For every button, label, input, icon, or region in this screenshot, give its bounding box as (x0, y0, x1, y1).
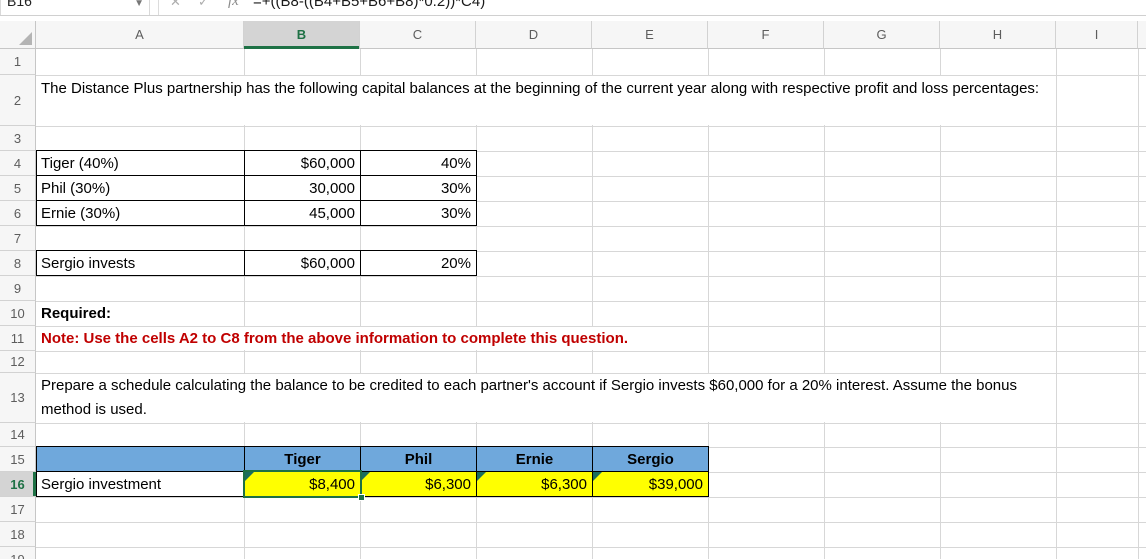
row-header-18[interactable]: 18 (0, 522, 36, 547)
cell-E16-value: $39,000 (648, 475, 703, 493)
cell-C8[interactable]: 20% (361, 251, 477, 276)
flag-triangle-icon (477, 472, 486, 481)
cell-A13-instruction-text[interactable]: Prepare a schedule calculating the balan… (37, 374, 1056, 422)
gridline (36, 226, 1146, 227)
cell-A10-required-label[interactable]: Required: (37, 302, 243, 325)
row-header-19[interactable]: 19 (0, 547, 36, 559)
flag-triangle-icon (361, 472, 370, 481)
row-header-5[interactable]: 5 (0, 176, 36, 201)
cell-B5[interactable]: 30,000 (245, 176, 361, 201)
cell-E16[interactable]: $39,000 (593, 472, 709, 497)
capital-balances-table: Tiger (40%) $60,000 40% Phil (30%) 30,00… (36, 150, 477, 226)
select-all-corner[interactable] (0, 21, 36, 49)
row-header-14[interactable]: 14 (0, 423, 36, 447)
cell-A15[interactable] (37, 447, 245, 472)
column-header-G[interactable]: G (824, 21, 940, 49)
gridline (36, 276, 1146, 277)
formula-input[interactable]: =+((B8-((B4+B5+B6+B8)*0.2))*C4) (253, 0, 485, 15)
cell-B16-value: $8,400 (309, 475, 355, 493)
cell-C16-value: $6,300 (425, 475, 471, 493)
row-header-12[interactable]: 12 (0, 351, 36, 373)
cell-C5[interactable]: 30% (361, 176, 477, 201)
row-header-6[interactable]: 6 (0, 201, 36, 226)
name-box[interactable]: B16 ▼ (0, 0, 150, 15)
column-header-A[interactable]: A (36, 21, 244, 49)
formula-bar-divider (158, 0, 159, 15)
select-all-triangle-icon (19, 32, 32, 45)
fill-handle[interactable] (358, 494, 365, 501)
flag-triangle-icon (245, 472, 254, 481)
row-header-8[interactable]: 8 (0, 251, 36, 276)
cell-B15[interactable]: Tiger (245, 447, 361, 472)
cell-reference: B16 (7, 0, 32, 9)
cell-D15[interactable]: Ernie (477, 447, 593, 472)
gridline (36, 522, 1146, 523)
flag-triangle-icon (593, 472, 602, 481)
column-header-F[interactable]: F (708, 21, 824, 49)
gridline (36, 547, 1146, 548)
row-header-2[interactable]: 2 (0, 75, 36, 126)
row-header-7[interactable]: 7 (0, 226, 36, 251)
cell-A8[interactable]: Sergio invests (37, 251, 245, 276)
gridline (36, 423, 1146, 424)
cell-E15[interactable]: Sergio (593, 447, 709, 472)
row-header-4[interactable]: 4 (0, 151, 36, 176)
fx-icon[interactable]: fx (228, 0, 239, 15)
row-header-1[interactable]: 1 (0, 49, 36, 75)
column-header-I[interactable]: I (1056, 21, 1138, 49)
spreadsheet-app: B16 ▼ ✕ ✓ fx =+((B8-((B4+B5+B6+B8)*0.2))… (0, 0, 1146, 559)
column-header-H[interactable]: H (940, 21, 1056, 49)
chevron-down-icon[interactable]: ▼ (134, 0, 144, 15)
gridline (36, 497, 1146, 498)
row-header-11[interactable]: 11 (0, 326, 36, 351)
schedule-table: Tiger Phil Ernie Sergio Sergio investmen… (36, 446, 709, 497)
column-header-D[interactable]: D (476, 21, 592, 49)
cancel-icon[interactable]: ✕ (170, 0, 181, 15)
cell-D16-value: $6,300 (541, 475, 587, 493)
cell-B16[interactable]: $8,400 (245, 472, 361, 497)
cell-C16[interactable]: $6,300 (361, 472, 477, 497)
row-header-10[interactable]: 10 (0, 301, 36, 326)
cell-A6[interactable]: Ernie (30%) (37, 201, 245, 226)
sergio-invests-table: Sergio invests $60,000 20% (36, 250, 477, 276)
cell-A2-intro-text[interactable]: The Distance Plus partnership has the fo… (37, 76, 1056, 125)
cell-A11-note-text[interactable]: Note: Use the cells A2 to C8 from the ab… (37, 327, 707, 350)
cell-A4[interactable]: Tiger (40%) (37, 151, 245, 176)
cell-C6[interactable]: 30% (361, 201, 477, 226)
column-header-E[interactable]: E (592, 21, 708, 49)
column-header-B[interactable]: B (244, 21, 360, 49)
enter-icon[interactable]: ✓ (198, 0, 209, 15)
cell-B8[interactable]: $60,000 (245, 251, 361, 276)
cell-B6[interactable]: 45,000 (245, 201, 361, 226)
formula-bar: B16 ▼ ✕ ✓ fx =+((B8-((B4+B5+B6+B8)*0.2))… (0, 0, 1146, 16)
row-header-13[interactable]: 13 (0, 373, 36, 423)
cell-C15[interactable]: Phil (361, 447, 477, 472)
cell-B4[interactable]: $60,000 (245, 151, 361, 176)
cell-C4[interactable]: 40% (361, 151, 477, 176)
gridline (36, 126, 1146, 127)
row-header-16[interactable]: 16 (0, 472, 36, 497)
cell-A16[interactable]: Sergio investment (37, 472, 245, 497)
row-header-15[interactable]: 15 (0, 447, 36, 472)
gridline (36, 351, 1146, 352)
cell-D16[interactable]: $6,300 (477, 472, 593, 497)
column-header-C[interactable]: C (360, 21, 476, 49)
cell-A5[interactable]: Phil (30%) (37, 176, 245, 201)
row-header-3[interactable]: 3 (0, 126, 36, 151)
row-header-17[interactable]: 17 (0, 497, 36, 522)
row-header-9[interactable]: 9 (0, 276, 36, 301)
